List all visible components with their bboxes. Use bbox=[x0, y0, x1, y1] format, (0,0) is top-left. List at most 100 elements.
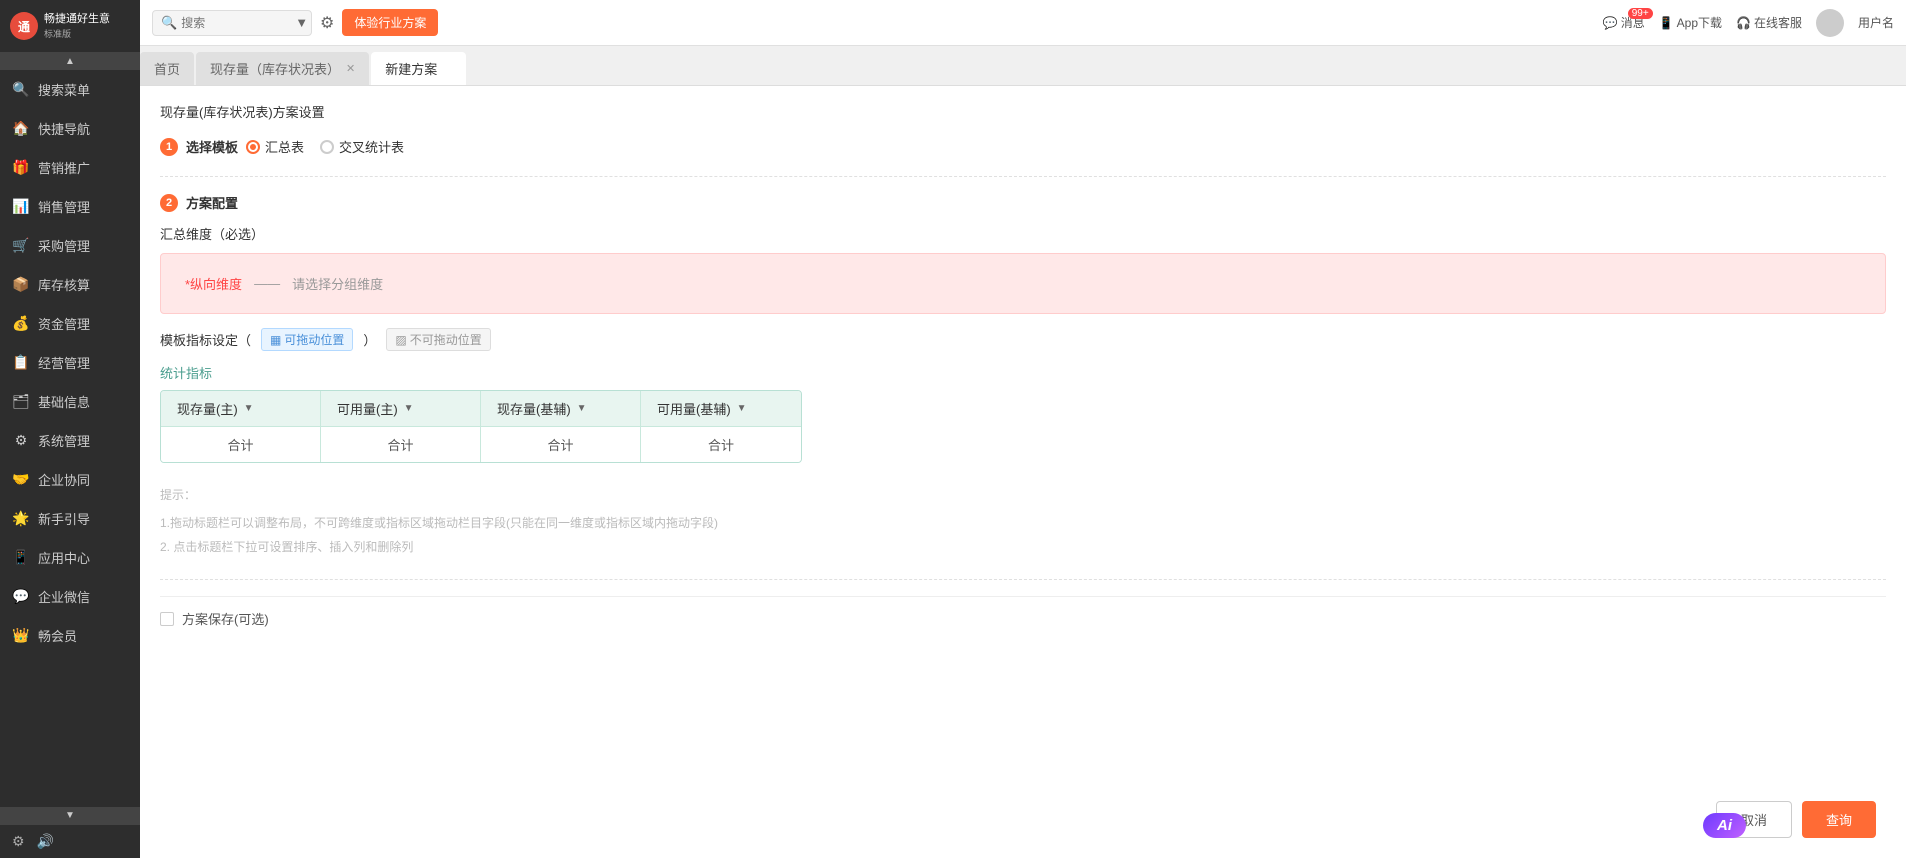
app-badge: 标准版 bbox=[44, 27, 110, 40]
sidebar-item-label: 畅会员 bbox=[38, 626, 77, 645]
sidebar-item-guide[interactable]: 🌟新手引导 bbox=[0, 499, 140, 538]
app-name: 畅捷通好生意 bbox=[44, 12, 110, 26]
query-button[interactable]: 查询 bbox=[1802, 801, 1876, 838]
step1-header: 1 选择模板 汇总表交叉统计表 bbox=[160, 137, 1886, 156]
sidebar-item-system[interactable]: ⚙系统管理 bbox=[0, 421, 140, 460]
sidebar-item-label: 搜索菜单 bbox=[38, 80, 90, 99]
stats-data-cell-2: 合计 bbox=[481, 426, 641, 462]
search-dropdown-icon[interactable]: ▼ bbox=[295, 15, 308, 30]
sidebar-item-apps[interactable]: 📱 应用中心 bbox=[0, 538, 140, 577]
trial-button[interactable]: 体验行业方案 bbox=[342, 9, 438, 36]
sidebar-scroll-up[interactable]: ▲ bbox=[0, 53, 140, 70]
tip-item: 1.拖动标题栏可以调整布局，不可跨维度或指标区域拖动栏目字段(只能在同一维度或指… bbox=[160, 511, 1886, 535]
step2-header: 2 方案配置 bbox=[160, 193, 1886, 212]
radio-summary[interactable]: 汇总表 bbox=[246, 137, 304, 156]
tabs-bar: 首页现存量（库存状况表）✕ 新建方案 ✕ bbox=[140, 46, 1906, 86]
tip-item: 2. 点击标题栏下拉可设置排序、插入列和删除列 bbox=[160, 535, 1886, 559]
stats-data-cell-1: 合计 bbox=[321, 426, 481, 462]
sidebar-item-label: 采购管理 bbox=[38, 236, 90, 255]
tab-inventory-tab[interactable]: 现存量（库存状况表）✕ bbox=[196, 52, 369, 85]
chevron-down-icon[interactable]: ▼ bbox=[577, 403, 587, 414]
sidebar-item-wechat[interactable]: 💬企业微信 bbox=[0, 577, 140, 616]
non-draggable-icon: ▨ bbox=[395, 333, 406, 347]
app-download-button[interactable]: 📱 App下载 bbox=[1659, 14, 1722, 31]
sidebar-item-marketing[interactable]: 🎁营销推广 bbox=[0, 148, 140, 187]
sidebar-item-sales[interactable]: 📊 销售管理 bbox=[0, 187, 140, 226]
stats-section-label: 统计指标 bbox=[160, 363, 1886, 382]
sidebar-scroll-down[interactable]: ▼ bbox=[0, 807, 140, 824]
purchase-icon: 🛒 bbox=[12, 237, 30, 255]
dimension-box[interactable]: *纵向维度 —— 请选择分组维度 bbox=[160, 253, 1886, 314]
save-checkbox[interactable] bbox=[160, 612, 174, 626]
tab-label: 首页 bbox=[154, 59, 180, 78]
stats-header-col3[interactable]: 现存量(基辅)▼ bbox=[481, 391, 641, 426]
tips-section: 提示： 1.拖动标题栏可以调整布局，不可跨维度或指标区域拖动栏目字段(只能在同一… bbox=[160, 483, 1886, 559]
template-label-suffix: ） bbox=[363, 330, 376, 349]
chevron-down-icon[interactable]: ▼ bbox=[404, 403, 414, 414]
speaker-icon[interactable]: 🔊 bbox=[37, 833, 54, 850]
finance-icon: 💰 bbox=[12, 315, 30, 333]
sidebar-item-label: 快捷导航 bbox=[38, 119, 90, 138]
sidebar-item-search[interactable]: 🔍搜索菜单 bbox=[0, 70, 140, 109]
template-radio-group: 汇总表交叉统计表 bbox=[246, 137, 404, 156]
stats-header-col4[interactable]: 可用量(基辅)▼ bbox=[641, 391, 801, 426]
tab-home[interactable]: 首页 bbox=[140, 52, 194, 85]
sidebar-item-finance[interactable]: 💰资金管理 bbox=[0, 304, 140, 343]
tab-new-plan[interactable]: 新建方案 ✕ bbox=[371, 52, 466, 85]
sidebar-item-basic[interactable]: 🗂基础信息 bbox=[0, 382, 140, 421]
step1-number: 1 bbox=[160, 138, 178, 156]
basic-icon: 🗂 bbox=[12, 393, 30, 411]
sidebar-item-purchase[interactable]: 🛒 采购管理 bbox=[0, 226, 140, 265]
sidebar-item-inventory[interactable]: 📦库存核算 bbox=[0, 265, 140, 304]
dimension-required-label: *纵向维度 bbox=[185, 274, 242, 293]
chevron-down-icon[interactable]: ▼ bbox=[244, 403, 254, 414]
sidebar-item-label: 经营管理 bbox=[38, 353, 90, 372]
quicknav-icon: 🏠 bbox=[12, 120, 30, 138]
ai-badge[interactable]: Ai bbox=[1703, 813, 1746, 838]
stats-col-label: 现存量(主) bbox=[177, 399, 238, 418]
online-service-button[interactable]: 🎧 在线客服 bbox=[1736, 14, 1802, 31]
stats-header-col2[interactable]: 可用量(主) ▼ bbox=[321, 391, 481, 426]
management-icon: 📋 bbox=[12, 354, 30, 372]
app-icon: 📱 bbox=[1659, 16, 1674, 30]
apps-icon: 📱 bbox=[12, 549, 30, 567]
sidebar-item-collab[interactable]: 🤝企业协同 bbox=[0, 460, 140, 499]
chevron-down-icon[interactable]: ▼ bbox=[737, 403, 747, 414]
tab-close-inventory-tab[interactable]: ✕ bbox=[346, 62, 355, 75]
logo-icon: 通 bbox=[10, 12, 38, 40]
tab-label: 新建方案 bbox=[385, 59, 437, 78]
search-input[interactable] bbox=[181, 16, 291, 30]
step2-title: 方案配置 bbox=[186, 193, 238, 212]
avatar[interactable] bbox=[1816, 9, 1844, 37]
sidebar-item-member[interactable]: 👑畅会员 bbox=[0, 616, 140, 655]
sidebar-item-label: 营销推广 bbox=[38, 158, 90, 177]
stats-header-col1[interactable]: 现存量(主) ▼ bbox=[161, 391, 321, 426]
template-label: 模板指标设定（ bbox=[160, 330, 251, 349]
dimension-dash: —— bbox=[254, 276, 280, 291]
stats-col-label: 可用量(主) bbox=[337, 399, 398, 418]
username: 用户名 bbox=[1858, 14, 1894, 31]
main-area: 🔍 ▼ ⚙ 体验行业方案 💬 消息 99+ 📱 App下载 🎧 在线客服 用户名 bbox=[140, 0, 1906, 858]
settings-icon[interactable]: ⚙ bbox=[12, 833, 25, 850]
gear-icon[interactable]: ⚙ bbox=[320, 13, 334, 33]
sidebar-item-quicknav[interactable]: 🏠 快捷导航 bbox=[0, 109, 140, 148]
sidebar-item-management[interactable]: 📋 经营管理 bbox=[0, 343, 140, 382]
stats-table: 现存量(主)▼可用量(主)▼现存量(基辅)▼可用量(基辅)▼合计合计合计合计 bbox=[160, 390, 802, 463]
dimension-placeholder: 请选择分组维度 bbox=[292, 274, 383, 293]
message-badge: 99+ bbox=[1628, 8, 1653, 19]
search-icon: 🔍 bbox=[161, 15, 177, 31]
sidebar-item-label: 企业微信 bbox=[38, 587, 90, 606]
sidebar-item-label: 销售管理 bbox=[38, 197, 90, 216]
sidebar-bottom: ⚙ 🔊 bbox=[0, 824, 140, 858]
sidebar-item-label: 应用中心 bbox=[38, 548, 90, 567]
message-button[interactable]: 💬 消息 99+ bbox=[1603, 14, 1645, 31]
radio-cross[interactable]: 交叉统计表 bbox=[320, 137, 404, 156]
content-area: 现存量(库存状况表)方案设置 1 选择模板 汇总表交叉统计表 2 方案配置 汇总… bbox=[140, 86, 1906, 858]
sales-icon: 📊 bbox=[12, 198, 30, 216]
sidebar-nav: 🔍搜索菜单 🏠 快捷导航 🎁营销推广 📊 销售管理 🛒 采购管理 📦库存核算💰资金管理 📋 经营管理… bbox=[0, 70, 140, 807]
stats-section: 统计指标 现存量(主)▼可用量(主)▼现存量(基辅)▼可用量(基辅)▼合计合计合… bbox=[160, 363, 1886, 463]
sidebar-item-label: 库存核算 bbox=[38, 275, 90, 294]
search-box[interactable]: 🔍 ▼ bbox=[152, 10, 312, 36]
draggable-badge: ▦ 可拖动位置 bbox=[261, 328, 353, 351]
tab-close-new-plan[interactable]: ✕ bbox=[443, 62, 452, 75]
